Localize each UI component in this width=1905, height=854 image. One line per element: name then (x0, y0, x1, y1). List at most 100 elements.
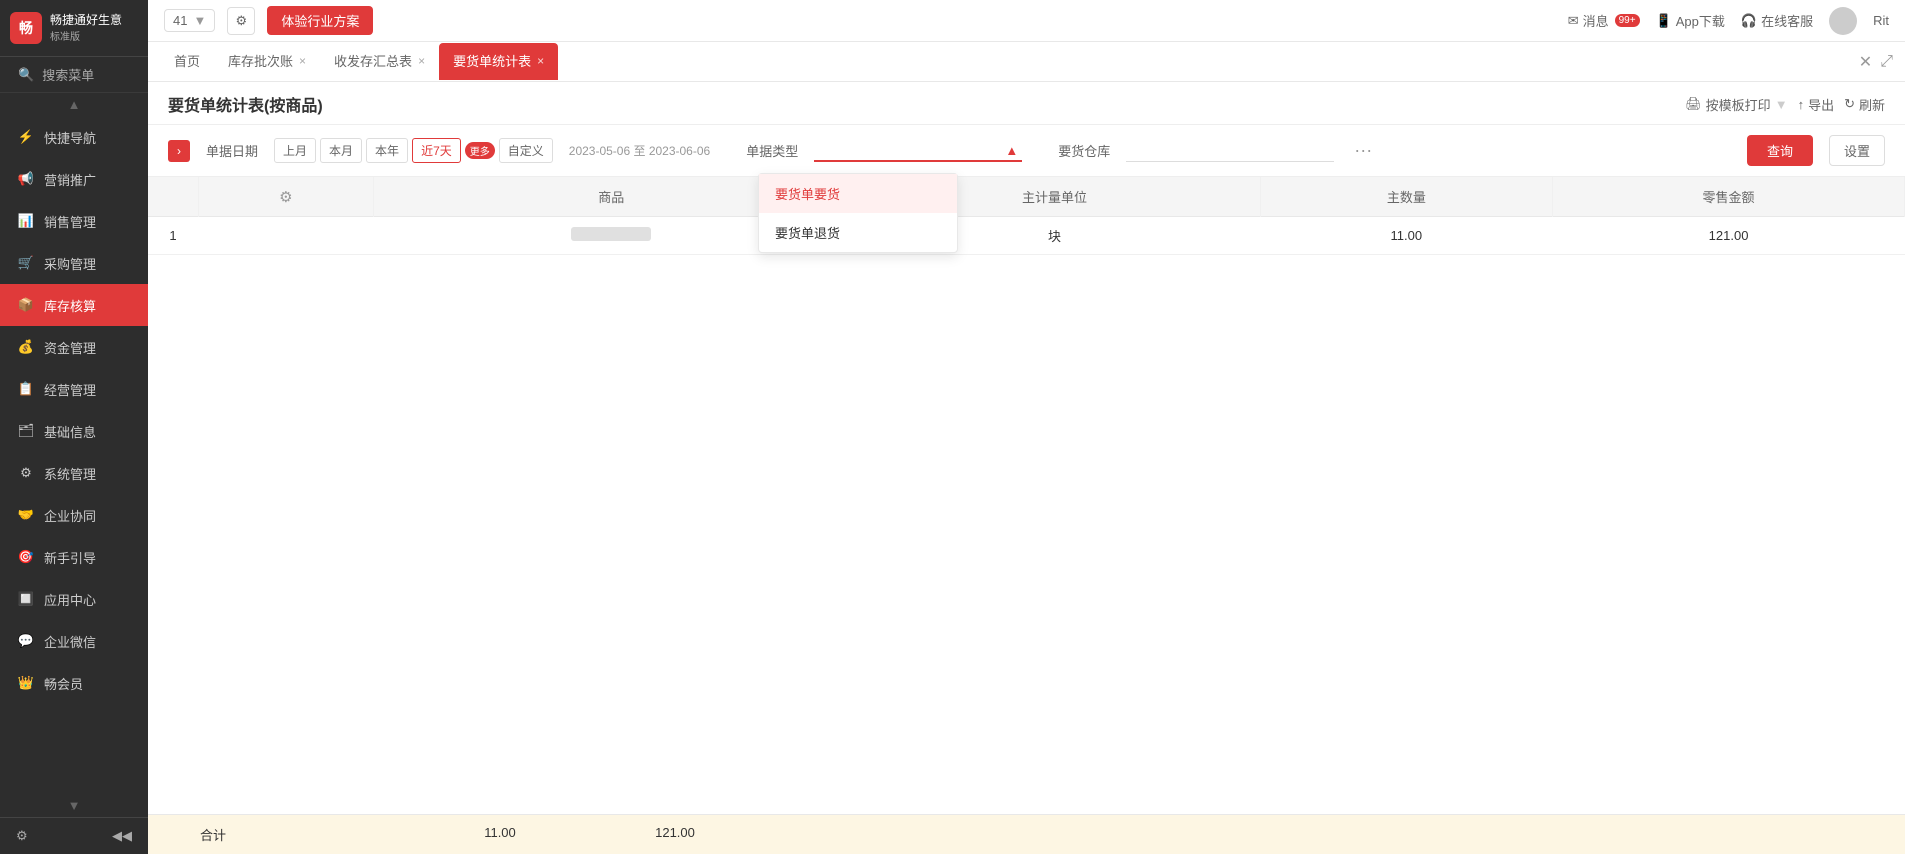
scroll-up-btn[interactable]: ▲ (0, 93, 148, 116)
settings-btn[interactable]: ⚙ (227, 7, 255, 35)
sidebar-label-inventory: 库存核算 (44, 296, 96, 315)
footer-amount: 121.00 (600, 825, 750, 844)
query-btn[interactable]: 查询 (1747, 135, 1813, 166)
maximize-icon[interactable]: ⤢ (1880, 53, 1893, 71)
sidebar-item-guide[interactable]: 🎯 新手引导 (0, 536, 148, 578)
sidebar-item-quick-nav[interactable]: ⚡ 快捷导航 (0, 116, 148, 158)
sidebar-item-sales[interactable]: 📊 销售管理 (0, 200, 148, 242)
search-menu-btn[interactable]: 🔍 搜索菜单 (0, 57, 148, 93)
type-select-input[interactable] (814, 139, 1022, 162)
sidebar-item-inventory[interactable]: 📦 库存核算 (0, 284, 148, 326)
settings-icon[interactable]: ⚙ (16, 828, 28, 844)
sidebar-label-cooperation: 企业协同 (44, 506, 96, 525)
print-icon: 🖨 (1685, 96, 1702, 112)
table-footer: 合计 11.00 121.00 (148, 814, 1905, 854)
col-quantity: 主数量 (1260, 177, 1552, 217)
sidebar-logo: 畅 畅捷通好生意 标准版 (0, 0, 148, 57)
operation-icon: 📋 (16, 379, 36, 399)
date-filter-label: 单据日期 (206, 141, 258, 160)
messages-btn[interactable]: ✉ 消息 99+ (1568, 11, 1640, 30)
dropdown-item-0[interactable]: 要货单要货 (759, 174, 957, 213)
scroll-down-btn[interactable]: ▼ (0, 794, 148, 817)
online-service-label: 在线客服 (1761, 11, 1813, 30)
page-header-actions: 🖨 按模板打印 ▼ ↑ 导出 ↻ 刷新 (1685, 95, 1885, 114)
app-download-btn[interactable]: 📱 App下载 (1656, 11, 1725, 30)
collapse-sidebar-btn[interactable]: ◀◀ (112, 828, 132, 844)
filter-settings-btn[interactable]: 设置 (1829, 135, 1885, 166)
sidebar-label-wechat: 企业微信 (44, 632, 96, 651)
table-wrap: ⚙ 商品 主计量单位 主数量 零售金额 1 块 11.00 121.00 (148, 177, 1905, 814)
header-right: ✉ 消息 99+ 📱 App下载 🎧 在线客服 Rit (1568, 7, 1889, 35)
sidebar-bottom: ⚙ ◀◀ (0, 817, 148, 854)
sidebar-label-purchase: 采购管理 (44, 254, 96, 273)
store-selector[interactable]: 41 ▼ (164, 9, 215, 32)
sidebar-item-wechat[interactable]: 💬 企业微信 (0, 620, 148, 662)
cooperation-icon: 🤝 (16, 505, 36, 525)
type-select-arrow[interactable]: ▲ (1005, 143, 1018, 158)
type-select-wrap: ▲ (814, 139, 1022, 162)
sidebar-label-sales: 销售管理 (44, 212, 96, 231)
more-filters-btn[interactable]: ··· (1354, 140, 1372, 161)
sidebar-item-app-center[interactable]: 🔲 应用中心 (0, 578, 148, 620)
col-settings-icon[interactable]: ⚙ (211, 188, 362, 206)
messages-badge: 99+ (1615, 14, 1640, 27)
sidebar-label-marketing: 营销推广 (44, 170, 96, 189)
close-tab-icon[interactable]: ✕ (1859, 52, 1872, 72)
tab-home[interactable]: 首页 (160, 43, 214, 80)
date-buttons: 上月 本月 本年 近7天 更多 自定义 (274, 138, 553, 163)
sidebar-item-purchase[interactable]: 🛒 采购管理 (0, 242, 148, 284)
tab-batch-close[interactable]: × (299, 54, 306, 68)
app-download-label: App下载 (1676, 11, 1725, 30)
expand-filter-btn[interactable]: › (168, 140, 190, 162)
avatar[interactable] (1829, 7, 1857, 35)
sidebar-label-operation: 经营管理 (44, 380, 96, 399)
this-month-btn[interactable]: 本月 (320, 138, 362, 163)
sidebar-label-member: 畅会员 (44, 674, 83, 693)
inventory-icon: 📦 (16, 295, 36, 315)
finance-icon: 💰 (16, 337, 36, 357)
sidebar-item-system[interactable]: ⚙ 系统管理 (0, 452, 148, 494)
tab-receive-close[interactable]: × (418, 54, 425, 68)
sidebar-item-marketing[interactable]: 📢 营销推广 (0, 158, 148, 200)
print-btn[interactable]: 🖨 按模板打印 ▼ (1685, 95, 1787, 114)
sidebar-item-finance[interactable]: 💰 资金管理 (0, 326, 148, 368)
warehouse-input[interactable] (1126, 140, 1334, 162)
col-settings[interactable]: ⚙ (198, 177, 374, 217)
tab-order-close[interactable]: × (537, 54, 544, 68)
tab-order-summary[interactable]: 要货单统计表 × (439, 43, 558, 80)
more-badge[interactable]: 更多 (465, 142, 495, 159)
header-left: 41 ▼ ⚙ 体验行业方案 (164, 6, 373, 35)
member-icon: 👑 (16, 673, 36, 693)
sidebar-item-operation[interactable]: 📋 经营管理 (0, 368, 148, 410)
export-btn[interactable]: ↑ 导出 (1798, 95, 1835, 114)
dropdown-item-1[interactable]: 要货单退货 (759, 213, 957, 252)
tab-batch[interactable]: 库存批次账 × (214, 43, 320, 80)
sidebar-item-member[interactable]: 👑 畅会员 (0, 662, 148, 704)
export-icon: ↑ (1798, 97, 1805, 112)
data-table: ⚙ 商品 主计量单位 主数量 零售金额 1 块 11.00 121.00 (148, 177, 1905, 255)
sidebar-item-cooperation[interactable]: 🤝 企业协同 (0, 494, 148, 536)
message-icon: ✉ (1568, 13, 1579, 29)
headset-icon: 🎧 (1741, 13, 1757, 29)
tab-home-label: 首页 (174, 51, 200, 70)
print-dropdown-icon: ▼ (1775, 97, 1788, 112)
page-header: 要货单统计表(按商品) 🖨 按模板打印 ▼ ↑ 导出 ↻ 刷新 (148, 82, 1905, 125)
marketing-icon: 📢 (16, 169, 36, 189)
tab-receive-summary[interactable]: 收发存汇总表 × (320, 43, 439, 80)
cell-amount: 121.00 (1553, 217, 1905, 255)
online-service-btn[interactable]: 🎧 在线客服 (1741, 11, 1813, 30)
table-row: 1 块 11.00 121.00 (148, 217, 1905, 255)
type-dropdown: 要货单要货 要货单退货 (758, 173, 958, 253)
wechat-icon: 💬 (16, 631, 36, 651)
search-menu-label: 搜索菜单 (42, 65, 94, 84)
this-year-btn[interactable]: 本年 (366, 138, 408, 163)
table-header-row: ⚙ 商品 主计量单位 主数量 零售金额 (148, 177, 1905, 217)
last-7days-btn[interactable]: 近7天 (412, 138, 461, 163)
refresh-btn[interactable]: ↻ 刷新 (1844, 95, 1885, 114)
last-month-btn[interactable]: 上月 (274, 138, 316, 163)
trial-btn[interactable]: 体验行业方案 (267, 6, 373, 35)
custom-date-btn[interactable]: 自定义 (499, 138, 553, 163)
sidebar-item-basic[interactable]: 🗂 基础信息 (0, 410, 148, 452)
tab-order-label: 要货单统计表 (453, 51, 531, 70)
warehouse-filter-label: 要货仓库 (1058, 141, 1110, 160)
